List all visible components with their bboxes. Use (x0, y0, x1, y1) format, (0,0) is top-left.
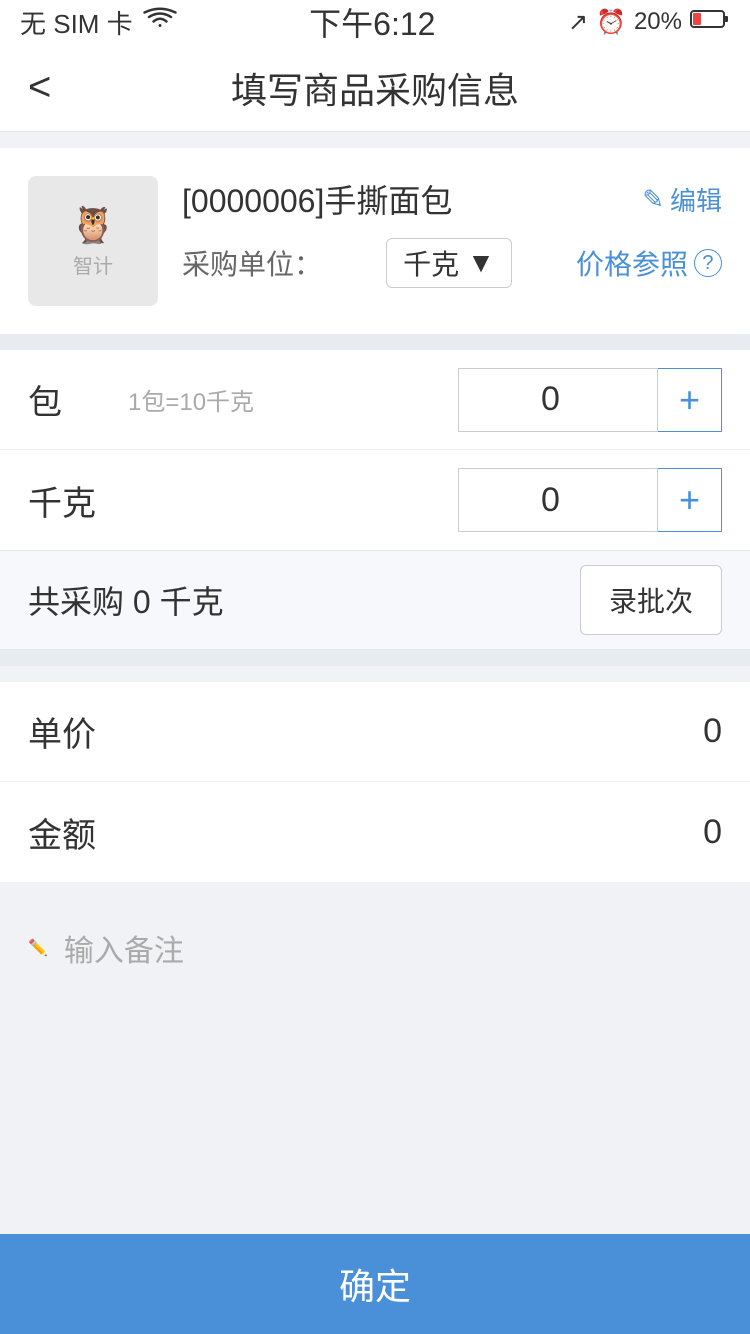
battery-text: 20% (634, 8, 682, 36)
bag-sublabel: 1包=10千克 (128, 382, 438, 417)
product-info: [0000006]手撕面包 ✎ 编辑 采购单位： 千克 ▼ 价格参照 ? (182, 176, 722, 288)
product-name: [0000006]手撕面包 (182, 176, 452, 222)
kg-plus-button[interactable]: + (658, 468, 722, 532)
product-card: 🦉 智计 [0000006]手撕面包 ✎ 编辑 采购单位： 千克 ▼ 价格参照 (0, 148, 750, 334)
quantity-inputs-section: 包 1包=10千克 + 千克 + (0, 350, 750, 550)
back-button[interactable]: < (28, 65, 51, 110)
product-name-row: [0000006]手撕面包 ✎ 编辑 (182, 176, 722, 222)
status-left: 无 SIM 卡 (20, 4, 177, 41)
bag-input-row: 包 1包=10千克 + (0, 350, 750, 450)
pencil-icon: ✏️ (28, 938, 48, 958)
bag-input-control: + (458, 368, 722, 432)
nav-bar: < 填写商品采购信息 (0, 44, 750, 132)
section-divider-2 (0, 650, 750, 666)
status-bar: 无 SIM 卡 下午6:12 ↗ ⏰ 20% (0, 0, 750, 44)
carrier-text: 无 SIM 卡 (20, 4, 133, 41)
brand-logo-icon: 🦉 (71, 204, 116, 246)
bottom-spacer (0, 998, 750, 1234)
kg-input-control: + (458, 468, 722, 532)
remark-section[interactable]: ✏️ 输入备注 (0, 898, 750, 998)
section-divider-1 (0, 334, 750, 350)
edit-icon: ✎ (642, 184, 664, 215)
summary-text: 共采购 0 千克 (28, 577, 224, 623)
edit-button[interactable]: ✎ 编辑 (642, 181, 722, 218)
amount-label: 金额 (28, 808, 96, 857)
bag-quantity-input[interactable] (458, 368, 658, 432)
brand-label: 智计 (73, 250, 113, 279)
remark-placeholder: 输入备注 (64, 926, 184, 970)
batch-record-button[interactable]: 录批次 (580, 565, 722, 635)
unit-price-row: 单价 0 (0, 682, 750, 782)
wifi-icon (143, 7, 177, 38)
confirm-button[interactable]: 确定 (0, 1234, 750, 1334)
alarm-icon: ⏰ (596, 8, 626, 37)
amount-value: 0 (703, 813, 722, 852)
page-title: 填写商品采购信息 (231, 62, 519, 114)
dropdown-arrow-icon: ▼ (467, 247, 495, 279)
product-image: 🦉 智计 (28, 176, 158, 306)
unit-price-label: 单价 (28, 707, 96, 756)
summary-row: 共采购 0 千克 录批次 (0, 550, 750, 650)
kg-quantity-input[interactable] (458, 468, 658, 532)
location-icon: ↗ (568, 8, 588, 37)
unit-select-dropdown[interactable]: 千克 ▼ (386, 238, 512, 288)
bag-label: 包 (28, 375, 108, 424)
unit-price-value: 0 (703, 712, 722, 751)
kg-input-row: 千克 + (0, 450, 750, 550)
bag-plus-button[interactable]: + (658, 368, 722, 432)
time-display: 下午6:12 (309, 0, 435, 45)
help-icon: ? (694, 249, 722, 277)
battery-icon (690, 8, 730, 37)
price-section: 单价 0 金额 0 (0, 682, 750, 882)
purchase-unit-row: 采购单位： 千克 ▼ 价格参照 ? (182, 238, 722, 288)
price-reference-button[interactable]: 价格参照 ? (576, 243, 722, 283)
purchase-unit-label: 采购单位： (182, 243, 322, 283)
unit-value: 千克 (403, 243, 459, 283)
status-right: ↗ ⏰ 20% (568, 8, 730, 37)
kg-label: 千克 (28, 476, 108, 525)
amount-row: 金额 0 (0, 782, 750, 882)
